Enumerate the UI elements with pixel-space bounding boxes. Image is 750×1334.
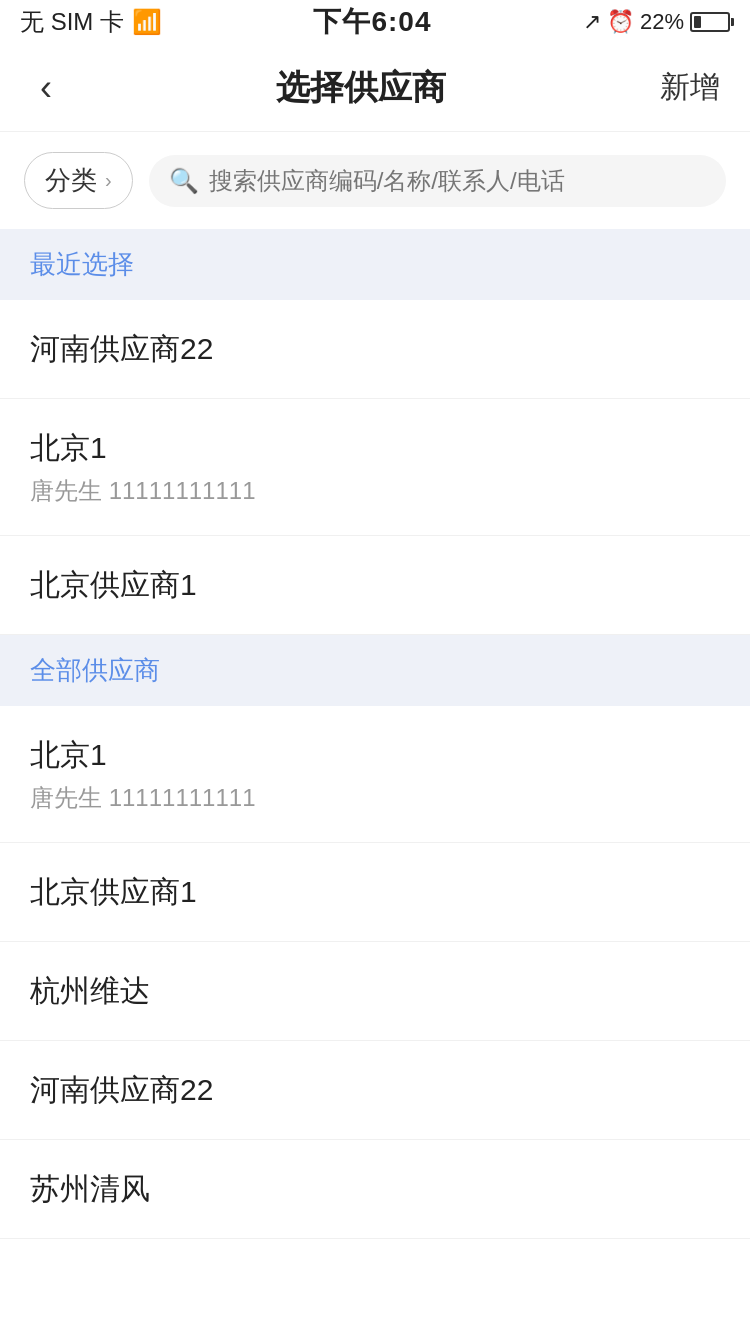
- search-input[interactable]: [209, 167, 706, 195]
- category-label: 分类: [45, 163, 97, 198]
- item-name: 河南供应商22: [30, 328, 720, 370]
- item-sub: 唐先生 11111111111: [30, 782, 720, 814]
- battery-icon: [690, 12, 730, 32]
- list-item[interactable]: 北京1 唐先生 11111111111: [0, 706, 750, 843]
- item-name: 北京供应商1: [30, 871, 720, 913]
- item-name: 杭州维达: [30, 970, 720, 1012]
- recent-section-label: 最近选择: [30, 249, 134, 279]
- status-left: 无 SIM 卡 📶: [20, 6, 162, 38]
- add-button[interactable]: 新增: [660, 67, 720, 108]
- item-sub: 唐先生 11111111111: [30, 475, 720, 507]
- search-input-wrap[interactable]: 🔍: [149, 155, 726, 207]
- wifi-icon: 📶: [132, 8, 162, 36]
- search-icon: 🔍: [169, 167, 199, 195]
- no-sim-label: 无 SIM 卡: [20, 6, 124, 38]
- location-icon: ↗: [583, 9, 601, 35]
- search-bar: 分类 › 🔍: [0, 132, 750, 229]
- status-right: ↗ ⏰ 22%: [583, 9, 730, 35]
- page-title: 选择供应商: [276, 65, 446, 111]
- status-time: 下午6:04: [313, 3, 431, 41]
- nav-bar: ‹ 选择供应商 新增: [0, 44, 750, 132]
- all-items-list: 北京1 唐先生 11111111111 北京供应商1 杭州维达 河南供应商22 …: [0, 706, 750, 1239]
- all-section-header: 全部供应商: [0, 635, 750, 706]
- chevron-right-icon: ›: [105, 169, 112, 192]
- list-item[interactable]: 北京1 唐先生 11111111111: [0, 399, 750, 536]
- recent-section-header: 最近选择: [0, 229, 750, 300]
- back-button[interactable]: ‹: [30, 57, 62, 119]
- category-filter-button[interactable]: 分类 ›: [24, 152, 133, 209]
- item-name: 北京1: [30, 427, 720, 469]
- list-item[interactable]: 杭州维达: [0, 942, 750, 1041]
- list-item[interactable]: 北京供应商1: [0, 536, 750, 635]
- list-item[interactable]: 河南供应商22: [0, 300, 750, 399]
- list-item[interactable]: 苏州清风: [0, 1140, 750, 1239]
- status-bar: 无 SIM 卡 📶 下午6:04 ↗ ⏰ 22%: [0, 0, 750, 44]
- alarm-icon: ⏰: [607, 9, 634, 35]
- item-name: 北京供应商1: [30, 564, 720, 606]
- list-item[interactable]: 北京供应商1: [0, 843, 750, 942]
- item-name: 苏州清风: [30, 1168, 720, 1210]
- item-name: 北京1: [30, 734, 720, 776]
- battery-percent: 22%: [640, 9, 684, 35]
- list-item[interactable]: 河南供应商22: [0, 1041, 750, 1140]
- all-section-label: 全部供应商: [30, 655, 160, 685]
- recent-items-list: 河南供应商22 北京1 唐先生 11111111111 北京供应商1: [0, 300, 750, 635]
- item-name: 河南供应商22: [30, 1069, 720, 1111]
